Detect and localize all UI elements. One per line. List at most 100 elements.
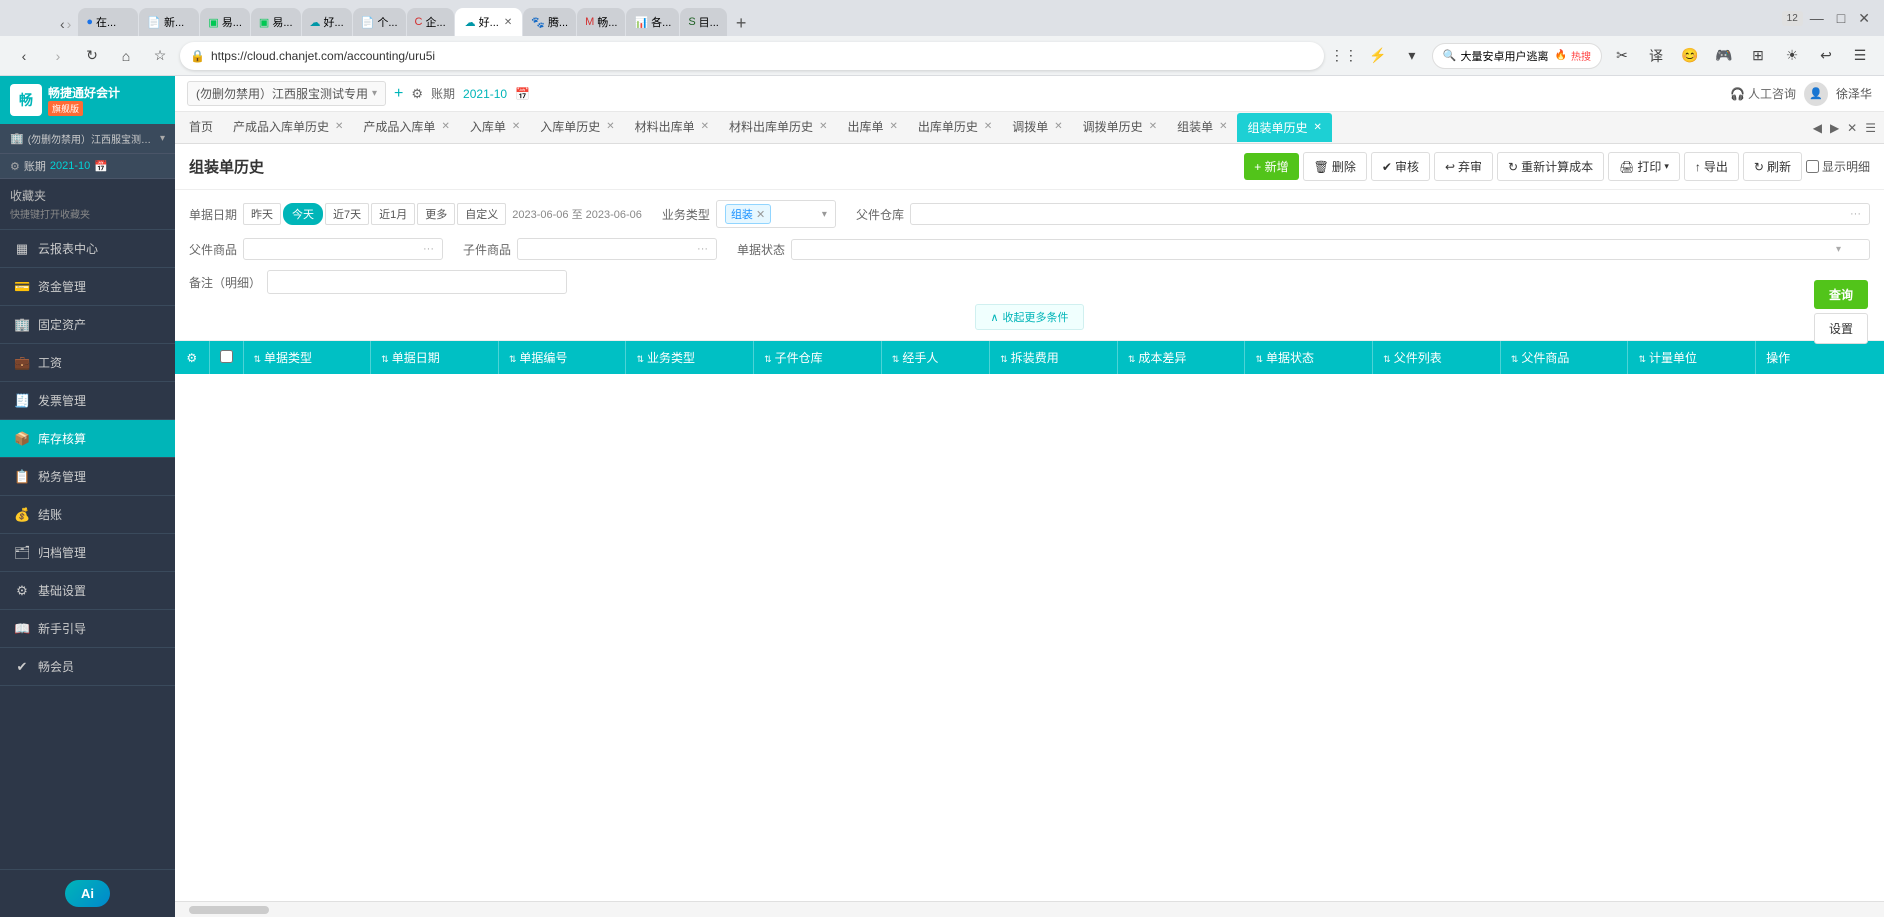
browser-tab-5[interactable]: ☁好... [302,8,352,36]
tab-assemble[interactable]: 调拨单 ✕ [1002,112,1072,143]
tab-menu-btn[interactable]: ☰ [1861,117,1880,139]
delete-btn[interactable]: 🗑 删除 [1303,152,1367,181]
calendar-top-icon[interactable]: 📅 [515,87,530,101]
company-display[interactable]: (勿删勿禁用）江西服宝测试专用 ▾ [187,81,386,106]
tab-prod-in[interactable]: 产成品入库单 ✕ [353,112,459,143]
minimize-btn[interactable]: — [1804,10,1830,26]
sidebar-item-fixed-assets[interactable]: 🏢 固定资产 [0,306,175,344]
company-selector[interactable]: 🏢 (勿删勿禁用）江西服宝测试专用 ▾ [0,124,175,154]
sidebar-item-member[interactable]: ✔ 畅会员 [0,648,175,686]
ai-button-area[interactable]: Ai [0,869,175,917]
close-prod-in[interactable]: ✕ [441,121,449,132]
note-input[interactable] [267,270,567,294]
date-today[interactable]: 今天 [283,203,323,225]
th-parent-list[interactable]: ⇅父件列表 [1373,341,1501,374]
browser-tab-12[interactable]: S目... [680,8,727,36]
collapse-btn[interactable]: ∧ 收起更多条件 [975,304,1083,330]
display-detail-toggle[interactable]: 显示明细 [1806,158,1870,175]
tab-close-8[interactable]: ✕ [504,17,512,28]
close-assemble-hist[interactable]: ✕ [1149,121,1157,132]
add-company-btn[interactable]: + [394,85,403,103]
date-month[interactable]: 近1月 [371,203,415,225]
sidebar-item-archive[interactable]: 🗂 归档管理 [0,534,175,572]
display-detail-checkbox[interactable] [1806,160,1819,173]
nav-dropdown[interactable]: ▾ [1398,42,1426,70]
tab-mat-out[interactable]: 材料出库单 ✕ [625,112,719,143]
th-settings[interactable]: ⚙ [175,341,209,374]
parent-goods-input[interactable]: ··· [243,238,443,260]
browser-tab-10[interactable]: M畅... [577,8,625,36]
close-prod-in-hist[interactable]: ✕ [335,121,343,132]
tab-group[interactable]: 组装单 ✕ [1167,112,1237,143]
back-btn[interactable]: ‹ [60,16,65,32]
recalc-btn[interactable]: ↻ 重新计算成本 [1497,152,1604,181]
grid-btn[interactable]: ⊞ [1744,42,1772,70]
parent-warehouse-input[interactable]: ··· [910,203,1870,225]
browser-tab-6[interactable]: 📄个... [353,8,406,36]
order-status-select[interactable]: ▾ [791,239,1870,260]
browser-tab-1[interactable]: ●在... [78,8,138,36]
search-bar[interactable]: 🔍 大量安卓用户逃离 🔥 热搜 [1432,43,1602,69]
parent-goods-more[interactable]: ··· [423,243,434,255]
date-week[interactable]: 近7天 [325,203,369,225]
browser-tab-2[interactable]: 📄新... [139,8,199,36]
browser-tab-4[interactable]: ▣易... [251,8,301,36]
close-assemble[interactable]: ✕ [1054,121,1062,132]
date-more[interactable]: 更多 [417,203,455,225]
tab-prod-in-hist[interactable]: 产成品入库单历史 ✕ [223,112,353,143]
th-handler[interactable]: ⇅经手人 [881,341,989,374]
export-btn[interactable]: ↑ 导出 [1684,152,1739,181]
nav-bookmark[interactable]: ☆ [146,42,174,70]
browser-tab-9[interactable]: 🐾腾... [523,8,576,36]
date-custom[interactable]: 自定义 [457,203,506,225]
tab-out-hist[interactable]: 出库单历史 ✕ [908,112,1002,143]
th-order-status[interactable]: ⇅单据状态 [1245,341,1373,374]
close-mat-out-hist[interactable]: ✕ [819,121,827,132]
customer-service-btn[interactable]: 🎧 人工咨询 [1730,85,1796,102]
date-yesterday[interactable]: 昨天 [243,203,281,225]
tab-home[interactable]: 首页 [179,112,223,143]
browser-tab-7[interactable]: C企... [407,8,454,36]
close-browser-btn[interactable]: ✕ [1852,10,1876,27]
forward-btn[interactable]: › [67,16,72,32]
emoji-btn[interactable]: 😊 [1676,42,1704,70]
biz-type-input[interactable]: 组装 ✕ ▾ [716,200,836,228]
sidebar-item-fund[interactable]: 💳 资金管理 [0,268,175,306]
th-disassemble-fee[interactable]: ⇅拆装费用 [990,341,1118,374]
tab-in-order[interactable]: 入库单 ✕ [460,112,530,143]
address-bar[interactable]: 🔒 https://cloud.chanjet.com/accounting/u… [180,42,1324,70]
sidebar-item-payroll[interactable]: 💼 工资 [0,344,175,382]
close-in-order[interactable]: ✕ [512,121,520,132]
th-parent-goods[interactable]: ⇅父件商品 [1500,341,1628,374]
new-btn[interactable]: + 新增 [1244,153,1298,180]
sidebar-item-settle[interactable]: 💰 结账 [0,496,175,534]
remove-biz-type[interactable]: ✕ [756,208,765,221]
period-display[interactable]: ⚙ 账期 2021-10 📅 [0,154,175,179]
nav-back[interactable]: ‹ [10,42,38,70]
unapprove-btn[interactable]: ↩ 弃审 [1434,152,1493,181]
brightness-btn[interactable]: ☀ [1778,42,1806,70]
close-out-hist[interactable]: ✕ [984,121,992,132]
menu-btn[interactable]: ☰ [1846,42,1874,70]
scroll-thumb[interactable] [189,906,269,914]
sidebar-item-cloud-report[interactable]: ▦ 云报表中心 [0,230,175,268]
browser-tab-3[interactable]: ▣易... [200,8,250,36]
settings-top-btn[interactable]: ⚙ [411,86,423,102]
sidebar-item-invoice[interactable]: 🧾 发票管理 [0,382,175,420]
parent-warehouse-more[interactable]: ··· [1850,208,1861,220]
game-btn[interactable]: 🎮 [1710,42,1738,70]
close-group[interactable]: ✕ [1219,121,1227,132]
extensions-btn[interactable]: ⚡ [1364,42,1392,70]
sidebar-item-tax[interactable]: 📋 税务管理 [0,458,175,496]
th-cost-diff[interactable]: ⇅成本差异 [1117,341,1245,374]
print-btn[interactable]: 🖨 打印 ▾ [1608,152,1680,181]
close-mat-out[interactable]: ✕ [701,121,709,132]
tab-next-btn[interactable]: ▶ [1826,117,1843,139]
select-all-checkbox[interactable] [220,350,233,363]
sidebar-item-guide[interactable]: 📖 新手引导 [0,610,175,648]
horizontal-scrollbar[interactable] [175,901,1884,917]
nav-refresh[interactable]: ↻ [78,42,106,70]
translate-btn[interactable]: 译 [1642,42,1670,70]
browser-tab-11[interactable]: 📊各... [626,8,679,36]
th-checkbox[interactable] [209,341,243,374]
